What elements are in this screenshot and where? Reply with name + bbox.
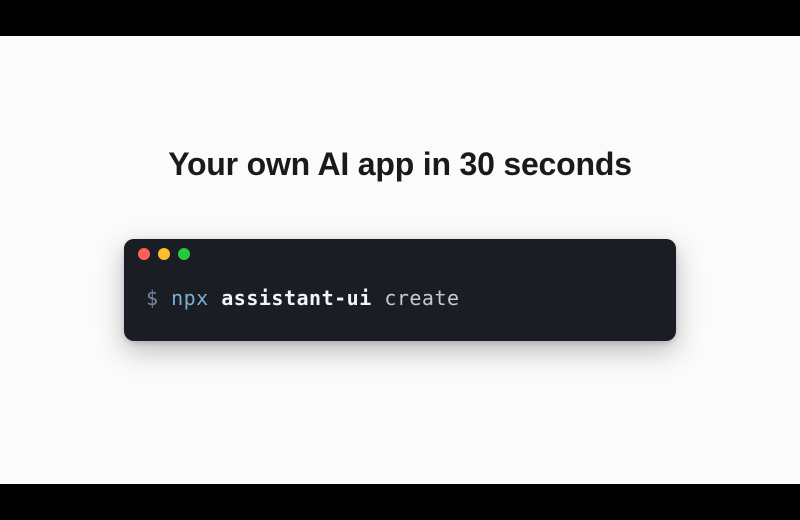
letterbox-top [0,0,800,36]
close-icon[interactable] [138,248,150,260]
slide-stage: Your own AI app in 30 seconds $ npx assi… [0,36,800,484]
terminal-body: $ npx assistant-ui create [124,269,676,341]
terminal-titlebar [124,239,676,269]
minimize-icon[interactable] [158,248,170,260]
command-runner: npx [171,286,209,310]
shell-prompt: $ [146,286,159,310]
package-name: assistant-ui [221,286,372,310]
subcommand: create [384,286,459,310]
terminal-window: $ npx assistant-ui create [124,239,676,341]
headline: Your own AI app in 30 seconds [168,146,632,183]
letterbox-bottom [0,484,800,520]
maximize-icon[interactable] [178,248,190,260]
